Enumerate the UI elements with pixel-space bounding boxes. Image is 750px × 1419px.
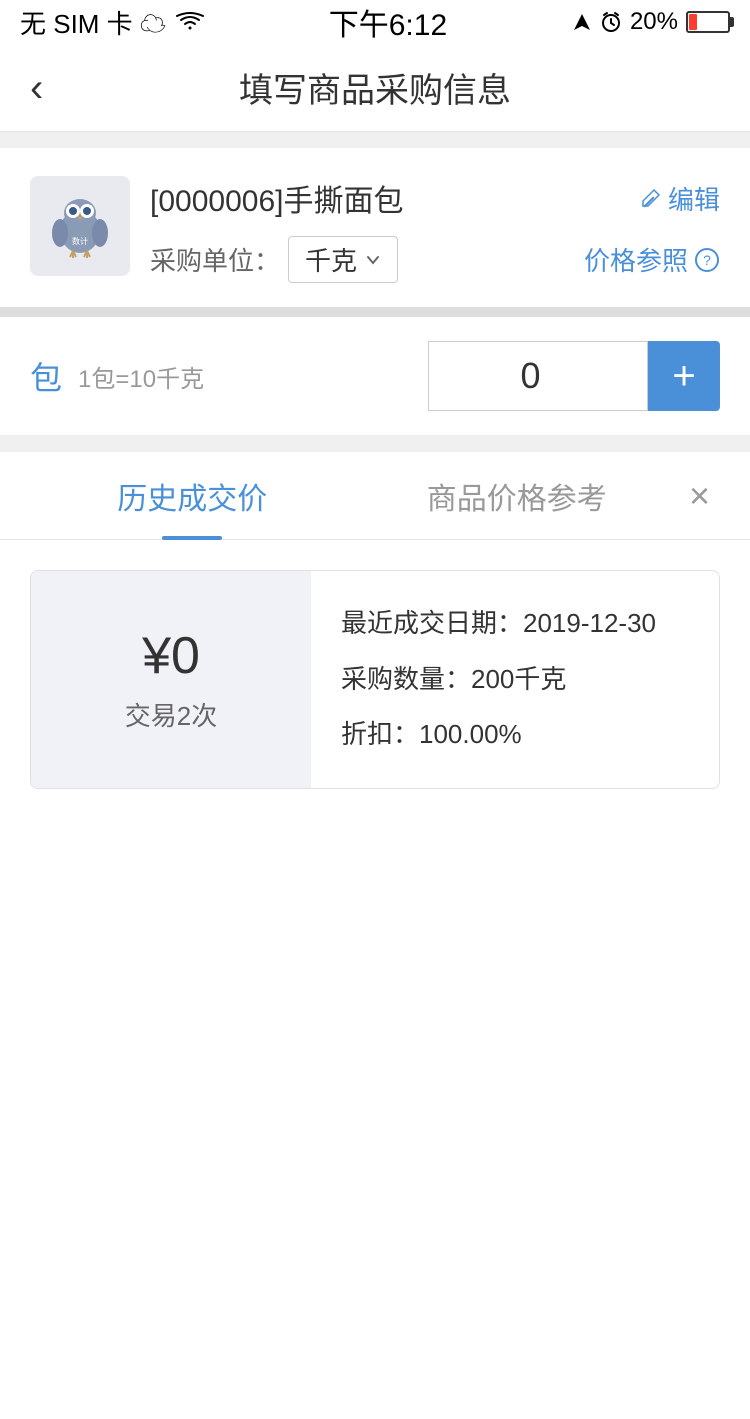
- status-right: 20%: [572, 8, 730, 36]
- battery-percent: 20%: [630, 8, 678, 36]
- wifi-icon: [176, 12, 204, 32]
- product-row: 数计 [0000006]手撕面包 编辑 采购单位： 千克: [30, 176, 720, 283]
- price-detail-discount: 折扣：100.00%: [341, 714, 689, 756]
- price-card-right: 最近成交日期：2019-12-30 采购数量：200千克 折扣：100.00%: [311, 571, 719, 788]
- price-ref-button[interactable]: 价格参照 ?: [584, 241, 720, 278]
- product-thumbnail: 数计: [30, 176, 130, 276]
- price-card-left: ¥0 交易2次: [31, 571, 311, 788]
- back-button[interactable]: ‹: [30, 68, 43, 108]
- price-transactions: 交易2次: [125, 696, 217, 733]
- tab-price-ref[interactable]: 商品价格参考: [354, 452, 678, 540]
- status-left: 无 SIM 卡 ☁: [20, 4, 204, 41]
- divider-bar: [0, 307, 750, 317]
- bottom-space: [0, 819, 750, 1419]
- currency-symbol: ¥: [142, 627, 171, 685]
- price-card: ¥0 交易2次 最近成交日期：2019-12-30 采购数量：200千克 折扣：…: [30, 570, 720, 789]
- qty-plus-button[interactable]: +: [648, 341, 720, 411]
- product-section: 数计 [0000006]手撕面包 编辑 采购单位： 千克: [0, 148, 750, 307]
- product-image: 数计: [45, 191, 115, 261]
- quantity-section: 包 1包=10千克 +: [0, 317, 750, 436]
- alarm-icon: [600, 11, 622, 33]
- svg-text:?: ?: [703, 252, 711, 268]
- product-name-row: [0000006]手撕面包 编辑: [150, 176, 720, 220]
- unit-select[interactable]: 千克: [288, 236, 398, 283]
- qty-hint: 1包=10千克: [78, 359, 204, 394]
- tab-history-price[interactable]: 历史成交价: [30, 452, 354, 540]
- no-sim-text: 无 SIM 卡 ☁: [20, 4, 166, 41]
- svg-text:数计: 数计: [72, 236, 88, 246]
- unit-label: 采购单位：: [150, 241, 280, 278]
- price-detail-qty: 采购数量：200千克: [341, 659, 689, 701]
- edit-icon: [640, 187, 662, 209]
- qty-left: 包 1包=10千克: [30, 353, 204, 399]
- qty-right: +: [428, 341, 720, 411]
- status-time: 下午6:12: [329, 0, 447, 44]
- nav-header: ‹ 填写商品采购信息: [0, 44, 750, 132]
- tab-content: ¥0 交易2次 最近成交日期：2019-12-30 采购数量：200千克 折扣：…: [0, 540, 750, 819]
- qty-unit-label: 包: [30, 353, 62, 399]
- tabs-header: 历史成交价 商品价格参考 ×: [0, 452, 750, 540]
- battery-icon: [686, 11, 730, 33]
- tabs-section: 历史成交价 商品价格参考 × ¥0 交易2次 最近成交日期：2019-12-30…: [0, 452, 750, 819]
- location-icon: [572, 12, 592, 32]
- qty-input[interactable]: [428, 341, 648, 411]
- product-info: [0000006]手撕面包 编辑 采购单位： 千克: [150, 176, 720, 283]
- tab-close-button[interactable]: ×: [679, 465, 720, 527]
- chevron-down-icon: [365, 252, 381, 268]
- page-title: 填写商品采购信息: [239, 63, 511, 112]
- price-value: 0: [171, 627, 200, 685]
- unit-row: 采购单位： 千克 价格参照 ?: [150, 236, 720, 283]
- status-bar: 无 SIM 卡 ☁ 下午6:12 20%: [0, 0, 750, 44]
- price-detail-date: 最近成交日期：2019-12-30: [341, 603, 689, 645]
- product-name: [0000006]手撕面包: [150, 176, 403, 220]
- help-circle-icon: ?: [694, 247, 720, 273]
- price-amount: ¥0: [142, 626, 200, 686]
- edit-button[interactable]: 编辑: [640, 180, 720, 217]
